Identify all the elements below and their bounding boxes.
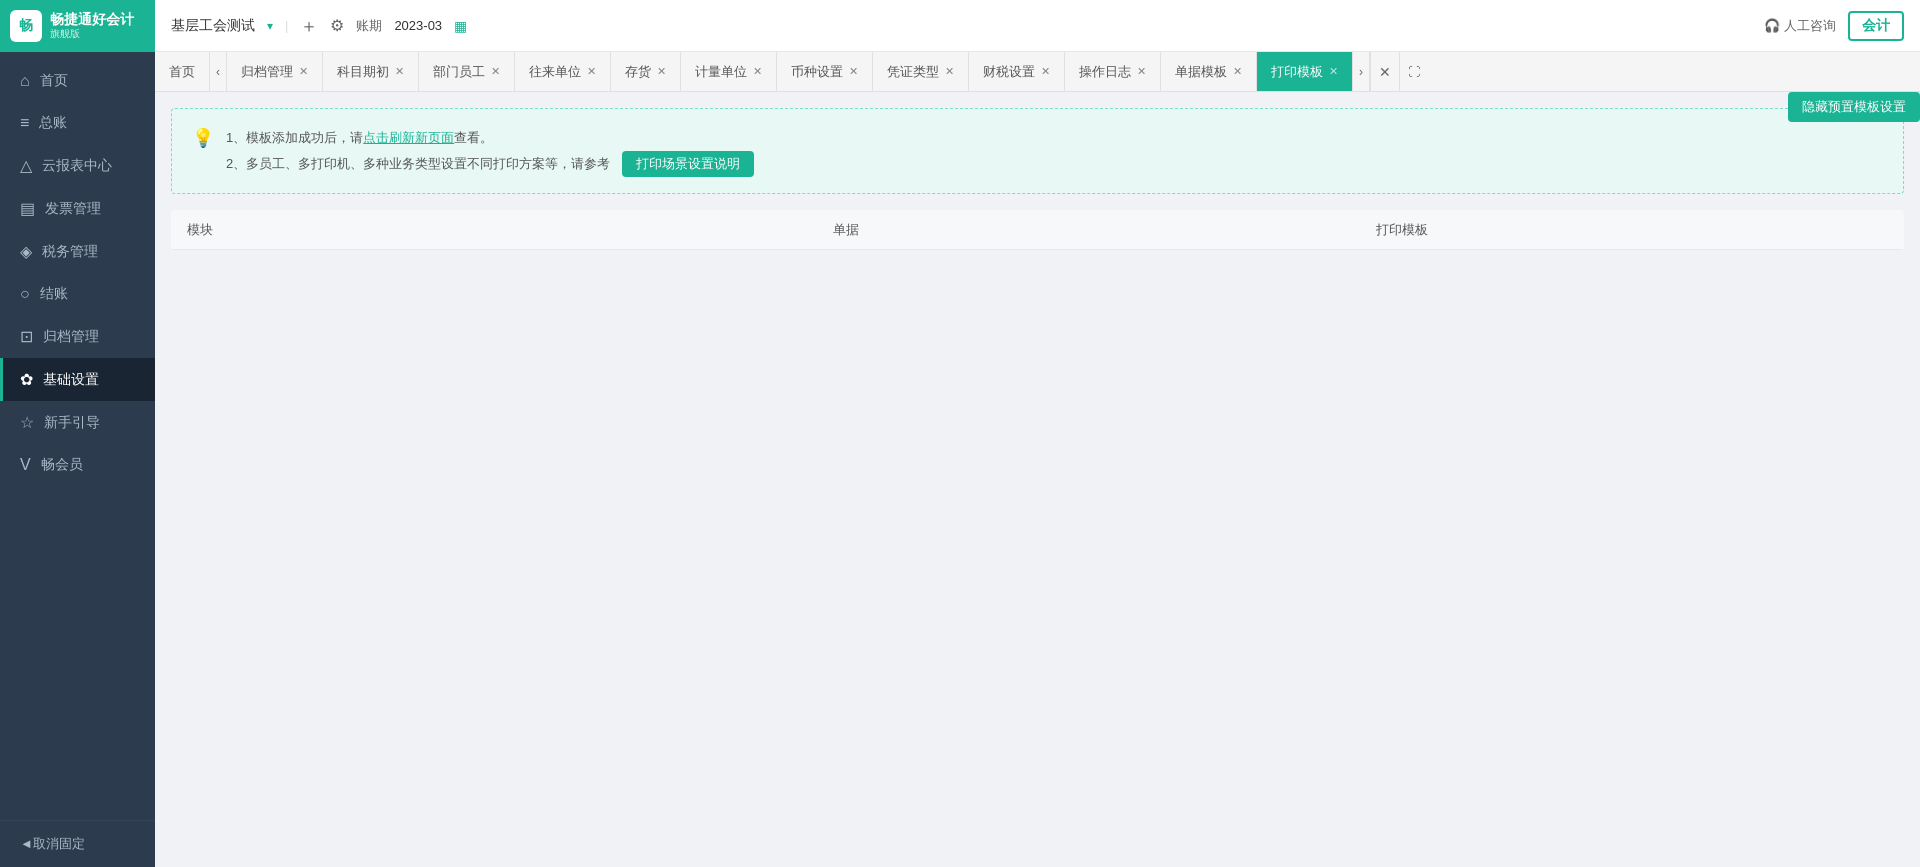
scene-settings-button[interactable]: 打印场景设置说明: [622, 151, 754, 177]
company-dropdown-icon[interactable]: ▾: [267, 19, 273, 33]
help-label: 人工咨询: [1784, 17, 1836, 35]
company-settings-button[interactable]: ⚙: [330, 16, 344, 35]
tab-inventory[interactable]: 存货 ✕: [611, 52, 681, 92]
tab-nav-right[interactable]: ›: [1353, 52, 1370, 92]
info-box: 💡 1、模板添加成功后，请点击刷新新页面查看。 2、多员工、多打印机、多种业务类…: [171, 108, 1904, 194]
tab-close-currency[interactable]: ✕: [849, 65, 858, 78]
tab-unit[interactable]: 计量单位 ✕: [681, 52, 777, 92]
unpin-label: ◄取消固定: [20, 835, 85, 853]
sidebar-item-checkout[interactable]: ○ 结账: [0, 273, 155, 315]
tab-close-subject[interactable]: ✕: [395, 65, 404, 78]
sidebar-label-member: 畅会员: [41, 456, 83, 474]
tab-close-oplog[interactable]: ✕: [1137, 65, 1146, 78]
tax-icon: ◈: [20, 242, 32, 261]
tab-close-dept[interactable]: ✕: [491, 65, 500, 78]
calendar-icon[interactable]: ▦: [454, 18, 467, 34]
logo-edition: 旗舰版: [50, 27, 134, 41]
tab-close-all[interactable]: ✕: [1370, 52, 1399, 92]
reports-icon: △: [20, 156, 32, 175]
info-line-2: 2、多员工、多打印机、多种业务类型设置不同打印方案等，请参考 打印场景设置说明: [226, 151, 1883, 177]
kuaiji-button[interactable]: 会计: [1848, 11, 1904, 41]
tab-dept-staff[interactable]: 部门员工 ✕: [419, 52, 515, 92]
guide-icon: ☆: [20, 413, 34, 432]
company-name: 基层工会测试: [171, 17, 255, 35]
ledger-icon: ≡: [20, 114, 29, 132]
period-value: 2023-03: [394, 18, 442, 33]
tab-home-label: 首页: [169, 63, 195, 81]
sidebar-label-guide: 新手引导: [44, 414, 100, 432]
main-content: 基层工会测试 ▾ | ＋ ⚙ 账期 2023-03 ▦ 🎧 人工咨询 会计 首页…: [155, 0, 1920, 867]
sidebar-item-guide[interactable]: ☆ 新手引导: [0, 401, 155, 444]
sidebar-item-tax[interactable]: ◈ 税务管理: [0, 230, 155, 273]
tab-suppliers[interactable]: 往来单位 ✕: [515, 52, 611, 92]
refresh-link[interactable]: 点击刷新新页面: [363, 130, 454, 145]
settings-icon: ✿: [20, 370, 33, 389]
tab-archive-mgmt[interactable]: 归档管理 ✕: [227, 52, 323, 92]
tab-close-archive[interactable]: ✕: [299, 65, 308, 78]
sidebar-item-reports[interactable]: △ 云报表中心: [0, 144, 155, 187]
page-area: 隐藏预置模板设置 💡 1、模板添加成功后，请点击刷新新页面查看。 2、多员工、多…: [155, 92, 1920, 867]
tab-home[interactable]: 首页: [155, 52, 210, 92]
sidebar-label-home: 首页: [40, 72, 68, 90]
tab-currency[interactable]: 币种设置 ✕: [777, 52, 873, 92]
tab-print-template[interactable]: 打印模板 ✕: [1257, 52, 1353, 92]
info-content: 1、模板添加成功后，请点击刷新新页面查看。 2、多员工、多打印机、多种业务类型设…: [226, 125, 1883, 177]
sidebar-item-archive[interactable]: ⊡ 归档管理: [0, 315, 155, 358]
invoice-icon: ▤: [20, 199, 35, 218]
sidebar-label-checkout: 结账: [40, 285, 68, 303]
top-bar-right: 🎧 人工咨询 会计: [1764, 11, 1904, 41]
member-icon: V: [20, 456, 31, 474]
tab-close-single[interactable]: ✕: [1233, 65, 1242, 78]
sidebar-item-home[interactable]: ⌂ 首页: [0, 60, 155, 102]
col-module: 模块: [171, 221, 817, 239]
lightbulb-icon: 💡: [192, 127, 214, 149]
hide-preset-button[interactable]: 隐藏预置模板设置: [1788, 92, 1920, 122]
tab-op-log[interactable]: 操作日志 ✕: [1065, 52, 1161, 92]
checkout-icon: ○: [20, 285, 30, 303]
tab-fullscreen[interactable]: ⛶: [1399, 52, 1428, 92]
tab-voucher-type[interactable]: 凭证类型 ✕: [873, 52, 969, 92]
tab-nav-left[interactable]: ‹: [210, 52, 227, 92]
top-bar: 基层工会测试 ▾ | ＋ ⚙ 账期 2023-03 ▦ 🎧 人工咨询 会计: [155, 0, 1920, 52]
tab-close-unit[interactable]: ✕: [753, 65, 762, 78]
tab-close-print[interactable]: ✕: [1329, 65, 1338, 78]
col-document: 单据: [817, 221, 1361, 239]
tab-bar: 首页 ‹ 归档管理 ✕ 科目期初 ✕ 部门员工 ✕ 往来单位 ✕ 存货 ✕ 计量…: [155, 52, 1920, 92]
tab-close-voucher[interactable]: ✕: [945, 65, 954, 78]
sidebar-unpin[interactable]: ◄取消固定: [0, 820, 155, 867]
sidebar-logo: 畅 畅捷通好会计 旗舰版: [0, 0, 155, 52]
data-table: 模块 单据 打印模板: [171, 210, 1904, 250]
sidebar-label-settings: 基础设置: [43, 371, 99, 389]
sidebar-item-invoice[interactable]: ▤ 发票管理: [0, 187, 155, 230]
tab-close-tax[interactable]: ✕: [1041, 65, 1050, 78]
sidebar: 畅 畅捷通好会计 旗舰版 ⌂ 首页 ≡ 总账 △ 云报表中心 ▤ 发票管理 ◈ …: [0, 0, 155, 867]
table-header: 模块 单据 打印模板: [171, 210, 1904, 250]
period-label: 账期: [356, 17, 382, 35]
archive-icon: ⊡: [20, 327, 33, 346]
add-company-button[interactable]: ＋: [300, 14, 318, 38]
logo-name: 畅捷通好会计: [50, 11, 134, 28]
sidebar-label-ledger: 总账: [39, 114, 67, 132]
logo-icon: 畅: [10, 10, 42, 42]
home-icon: ⌂: [20, 72, 30, 90]
sidebar-item-member[interactable]: V 畅会员: [0, 444, 155, 486]
sidebar-label-reports: 云报表中心: [42, 157, 112, 175]
headset-icon: 🎧: [1764, 18, 1780, 33]
col-template: 打印模板: [1360, 221, 1904, 239]
info-line-1: 1、模板添加成功后，请点击刷新新页面查看。: [226, 125, 1883, 151]
tab-subject-init[interactable]: 科目期初 ✕: [323, 52, 419, 92]
tab-tax-settings[interactable]: 财税设置 ✕: [969, 52, 1065, 92]
tab-single-template[interactable]: 单据模板 ✕: [1161, 52, 1257, 92]
tab-close-inventory[interactable]: ✕: [657, 65, 666, 78]
sidebar-nav: ⌂ 首页 ≡ 总账 △ 云报表中心 ▤ 发票管理 ◈ 税务管理 ○ 结账 ⊡ 归…: [0, 52, 155, 820]
kuaiji-label: 会计: [1862, 17, 1890, 33]
sidebar-item-settings[interactable]: ✿ 基础设置: [0, 358, 155, 401]
sidebar-label-invoice: 发票管理: [45, 200, 101, 218]
sidebar-item-ledger[interactable]: ≡ 总账: [0, 102, 155, 144]
sidebar-label-archive: 归档管理: [43, 328, 99, 346]
tab-close-suppliers[interactable]: ✕: [587, 65, 596, 78]
help-button[interactable]: 🎧 人工咨询: [1764, 17, 1836, 35]
sidebar-label-tax: 税务管理: [42, 243, 98, 261]
